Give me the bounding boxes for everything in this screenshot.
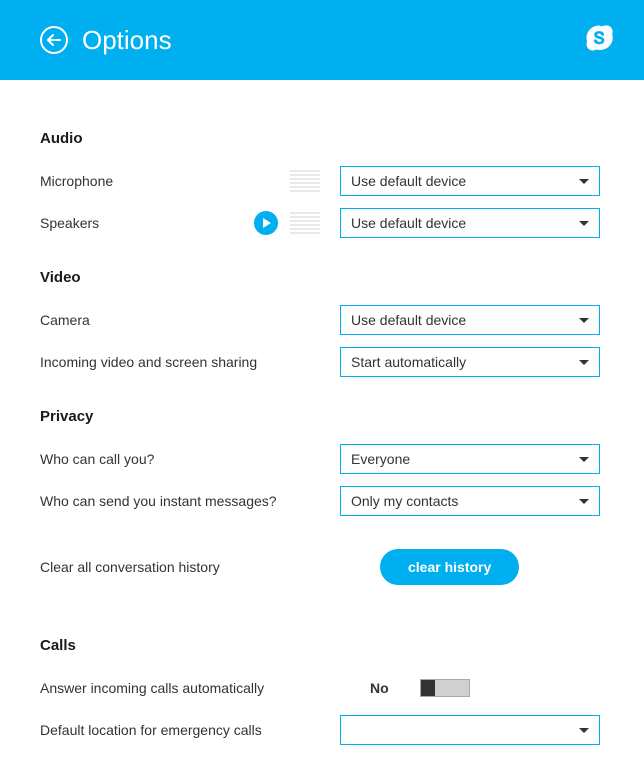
row-who-call: Who can call you? Everyone	[40, 443, 604, 475]
auto-answer-label: Answer incoming calls automatically	[40, 680, 370, 696]
speakers-value: Use default device	[351, 215, 466, 231]
microphone-level-icon	[290, 170, 320, 192]
microphone-label-wrap: Microphone	[40, 170, 340, 192]
chevron-down-icon	[579, 360, 589, 365]
incoming-value: Start automatically	[351, 354, 466, 370]
who-im-value: Only my contacts	[351, 493, 458, 509]
chevron-down-icon	[579, 499, 589, 504]
auto-answer-value: No	[370, 680, 400, 696]
section-title-video: Video	[40, 269, 604, 286]
speakers-label-wrap: Speakers	[40, 211, 340, 235]
section-audio: Audio Microphone Use default device Spea…	[40, 130, 604, 239]
chevron-down-icon	[579, 179, 589, 184]
speaker-level-icon	[290, 212, 320, 234]
clear-history-button[interactable]: clear history	[380, 549, 519, 585]
chevron-down-icon	[579, 221, 589, 226]
section-title-calls: Calls	[40, 637, 604, 654]
incoming-dropdown[interactable]: Start automatically	[340, 347, 600, 377]
row-microphone: Microphone Use default device	[40, 165, 604, 197]
row-camera: Camera Use default device	[40, 304, 604, 336]
who-im-dropdown[interactable]: Only my contacts	[340, 486, 600, 516]
row-who-im: Who can send you instant messages? Only …	[40, 485, 604, 517]
microphone-dropdown[interactable]: Use default device	[340, 166, 600, 196]
row-clear-history: Clear all conversation history clear his…	[40, 549, 604, 585]
row-speakers: Speakers Use default device	[40, 207, 604, 239]
speakers-dropdown[interactable]: Use default device	[340, 208, 600, 238]
row-auto-answer: Answer incoming calls automatically No	[40, 672, 604, 704]
clear-history-label: Clear all conversation history	[40, 559, 340, 575]
test-speakers-button[interactable]	[254, 211, 278, 235]
chevron-down-icon	[579, 457, 589, 462]
auto-answer-toggle[interactable]	[420, 679, 470, 697]
toggle-knob-icon	[421, 680, 435, 696]
page-title: Options	[82, 25, 172, 56]
header-bar: Options	[0, 0, 644, 80]
camera-label: Camera	[40, 312, 340, 328]
who-call-value: Everyone	[351, 451, 410, 467]
play-icon	[263, 218, 271, 228]
incoming-label: Incoming video and screen sharing	[40, 354, 340, 370]
section-calls: Calls Answer incoming calls automaticall…	[40, 637, 604, 746]
chevron-down-icon	[579, 728, 589, 733]
camera-dropdown[interactable]: Use default device	[340, 305, 600, 335]
section-privacy: Privacy Who can call you? Everyone Who c…	[40, 408, 604, 585]
skype-logo-icon	[584, 23, 614, 58]
section-title-audio: Audio	[40, 130, 604, 147]
section-video: Video Camera Use default device Incoming…	[40, 269, 604, 378]
who-im-label: Who can send you instant messages?	[40, 493, 340, 509]
speakers-label: Speakers	[40, 215, 254, 231]
emergency-label: Default location for emergency calls	[40, 722, 340, 738]
emergency-dropdown[interactable]	[340, 715, 600, 745]
microphone-value: Use default device	[351, 173, 466, 189]
row-emergency: Default location for emergency calls	[40, 714, 604, 746]
microphone-label: Microphone	[40, 173, 290, 189]
camera-value: Use default device	[351, 312, 466, 328]
chevron-down-icon	[579, 318, 589, 323]
section-title-privacy: Privacy	[40, 408, 604, 425]
who-call-label: Who can call you?	[40, 451, 340, 467]
back-arrow-icon	[47, 34, 61, 46]
header-left: Options	[40, 25, 172, 56]
content-area: Audio Microphone Use default device Spea…	[0, 80, 644, 746]
who-call-dropdown[interactable]: Everyone	[340, 444, 600, 474]
back-button[interactable]	[40, 26, 68, 54]
row-incoming-video: Incoming video and screen sharing Start …	[40, 346, 604, 378]
